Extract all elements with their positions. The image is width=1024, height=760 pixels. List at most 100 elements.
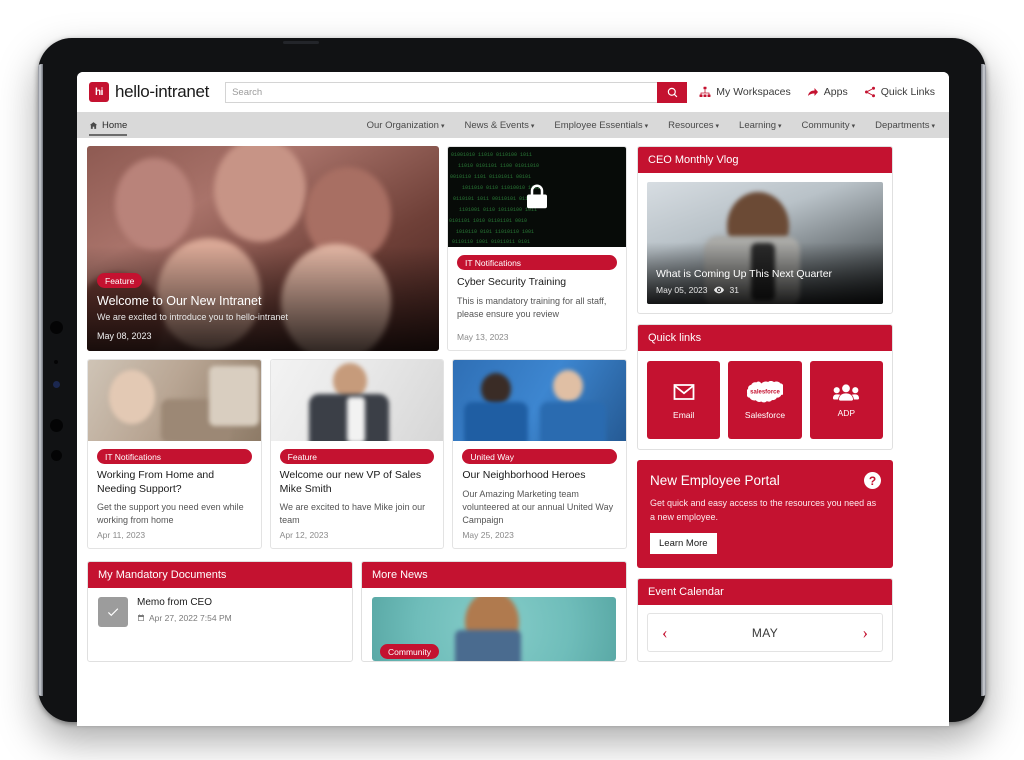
question-mark-icon[interactable]: ?	[864, 472, 881, 489]
chevron-down-icon: ▾	[715, 122, 720, 130]
search-input[interactable]	[225, 81, 658, 103]
sitemap-icon	[699, 86, 711, 97]
quick-link-label: Salesforce	[744, 409, 786, 420]
hero-text-block: Feature Welcome to Our New Intranet We a…	[97, 271, 429, 341]
panel-mandatory-documents: My Mandatory Documents Memo from CEO Apr…	[87, 561, 353, 662]
quick-link-label: ADP	[837, 407, 856, 418]
device-camera-secondary-icon	[50, 419, 63, 432]
device-speaker	[283, 41, 319, 44]
chevron-down-icon: ▾	[530, 122, 535, 130]
portal-description: Get quick and easy access to the resourc…	[650, 498, 877, 522]
ceo-vlog-thumbnail[interactable]: What is Coming Up This Next Quarter May …	[647, 182, 883, 304]
nav-item-label: Departments	[875, 119, 930, 131]
panel-event-calendar: Event Calendar ‹ MAY ›	[637, 578, 893, 662]
document-title: Memo from CEO	[137, 597, 213, 608]
mandatory-document-item[interactable]: Memo from CEO Apr 27, 2022 7:54 PM	[88, 588, 352, 636]
news-card-vp-sales[interactable]: Feature Welcome our new VP of Sales Mike…	[269, 359, 445, 549]
top-action-apps[interactable]: Apps	[807, 86, 848, 98]
brand-logo[interactable]: hi hello-intranet	[89, 82, 209, 102]
news-card-tag: Feature	[279, 449, 435, 464]
hero-title: Welcome to Our New Intranet	[97, 294, 262, 308]
news-card-tag: United Way	[462, 449, 618, 464]
vlog-date: May 05, 2023	[656, 285, 708, 295]
cyber-card-description: This is mandatory training for all staff…	[457, 295, 607, 319]
hero-feature-card[interactable]: Feature Welcome to Our New Intranet We a…	[87, 146, 439, 351]
news-card-title: Working From Home and Needing Support?	[97, 469, 215, 495]
svg-text:salesforce: salesforce	[750, 389, 780, 395]
brand-name: hello-intranet	[115, 82, 210, 101]
news-photo-shape	[553, 369, 584, 402]
news-card-wfh[interactable]: IT Notifications Working From Home and N…	[87, 359, 262, 549]
main-column: Feature Welcome to Our New Intranet We a…	[87, 146, 628, 726]
nav-item-news-events[interactable]: News & Events ▾	[464, 120, 534, 131]
news-card-cyber-security[interactable]: 01001010 11010 0110100 1011 11010 010110…	[447, 146, 627, 351]
document-info: Memo from CEO Apr 27, 2022 7:54 PM	[137, 597, 232, 623]
users-icon	[833, 383, 860, 401]
news-card-image	[270, 360, 444, 441]
news-card-description: Get the support you need even while work…	[97, 502, 244, 526]
nav-items: Our Organization ▾ News & Events ▾ Employe…	[367, 120, 935, 131]
top-action-my-workspaces[interactable]: My Workspaces	[699, 86, 791, 98]
nav-item-label: Employee Essentials	[554, 119, 643, 131]
quick-link-tile-adp[interactable]: ADP	[809, 361, 883, 439]
nav-item-resources[interactable]: Resources ▾	[668, 120, 719, 131]
top-action-label: My Workspaces	[716, 86, 791, 98]
calendar-prev-button[interactable]: ‹	[656, 624, 674, 641]
news-card-date: May 25, 2023	[462, 530, 514, 540]
news-card-body: IT Notifications Working From Home and N…	[88, 441, 261, 548]
panel-more-news: More News Community	[361, 561, 627, 662]
news-card-united-way[interactable]: United Way Our Neighborhood Heroes Our A…	[452, 359, 628, 549]
nav-item-departments[interactable]: Departments ▾	[875, 120, 935, 131]
learn-more-button[interactable]: Learn More	[650, 533, 717, 554]
bottom-panels-row: My Mandatory Documents Memo from CEO Apr…	[87, 561, 627, 662]
calendar-month-switcher: ‹ MAY ›	[647, 613, 883, 652]
device-sensor-secondary-icon	[51, 450, 62, 461]
search-button[interactable]	[657, 81, 688, 103]
panel-header: More News	[362, 562, 626, 588]
hero-photo-shape	[115, 158, 194, 251]
nav-item-label: Learning	[739, 119, 777, 131]
event-calendar-body: ‹ MAY ›	[638, 605, 892, 661]
vlog-meta: May 05, 2023 31	[656, 285, 874, 295]
document-meta: Apr 27, 2022 7:54 PM	[137, 613, 232, 623]
calendar-next-button[interactable]: ›	[856, 624, 874, 641]
nav-item-label: Resources	[668, 119, 714, 131]
device-right-edge	[981, 64, 986, 696]
quick-link-tile-email[interactable]: Email	[647, 361, 721, 439]
nav-item-employee-essentials[interactable]: Employee Essentials ▾	[554, 120, 648, 131]
news-card-description: We are excited to have Mike join our tea…	[279, 502, 426, 526]
news-card-image	[88, 360, 261, 441]
panel-quick-links: Quick links Email salesforce Salesforce …	[637, 324, 893, 450]
new-employee-portal-card: ? New Employee Portal Get quick and easy…	[637, 460, 893, 568]
nav-item-our-organization[interactable]: Our Organization ▾	[367, 120, 445, 131]
nav-item-home[interactable]: Home	[89, 112, 128, 138]
ceo-vlog-body: What is Coming Up This Next Quarter May …	[638, 173, 892, 313]
quick-link-tile-salesforce[interactable]: salesforce Salesforce	[728, 361, 802, 439]
more-news-image[interactable]: Community	[372, 597, 616, 661]
device-left-edge	[38, 64, 43, 696]
panel-header: My Mandatory Documents	[88, 562, 352, 588]
hero-subtitle: We are excited to introduce you to hello…	[97, 312, 288, 322]
nav-item-learning[interactable]: Learning ▾	[739, 120, 782, 131]
nav-item-label: Community	[801, 119, 850, 131]
top-action-quick-links[interactable]: Quick Links	[864, 86, 935, 98]
vlog-title: What is Coming Up This Next Quarter	[656, 268, 833, 280]
news-photo-shape	[108, 369, 155, 424]
check-icon	[107, 608, 119, 617]
vlog-caption: What is Coming Up This Next Quarter May …	[656, 268, 874, 295]
news-row: IT Notifications Working From Home and N…	[87, 359, 628, 549]
nav-item-label: News & Events	[464, 119, 529, 131]
main-navigation-bar: Home Our Organization ▾ News & Events ▾ Em…	[77, 112, 949, 138]
cyber-card-date: May 13, 2023	[457, 332, 509, 342]
vlog-views: 31	[729, 285, 739, 295]
news-photo-shape	[346, 397, 365, 441]
panel-header: CEO Monthly Vlog	[638, 147, 892, 173]
news-card-body: Feature Welcome our new VP of Sales Mike…	[271, 441, 444, 548]
nav-item-community[interactable]: Community ▾	[802, 120, 856, 131]
hero-row: Feature Welcome to Our New Intranet We a…	[87, 146, 627, 351]
document-status-badge	[98, 597, 128, 627]
panel-ceo-vlog: CEO Monthly Vlog What is Coming Up This …	[637, 146, 893, 314]
news-photo-shape	[539, 402, 606, 441]
top-action-label: Apps	[823, 86, 848, 98]
cyber-card-title: Cyber Security Training	[457, 276, 567, 288]
